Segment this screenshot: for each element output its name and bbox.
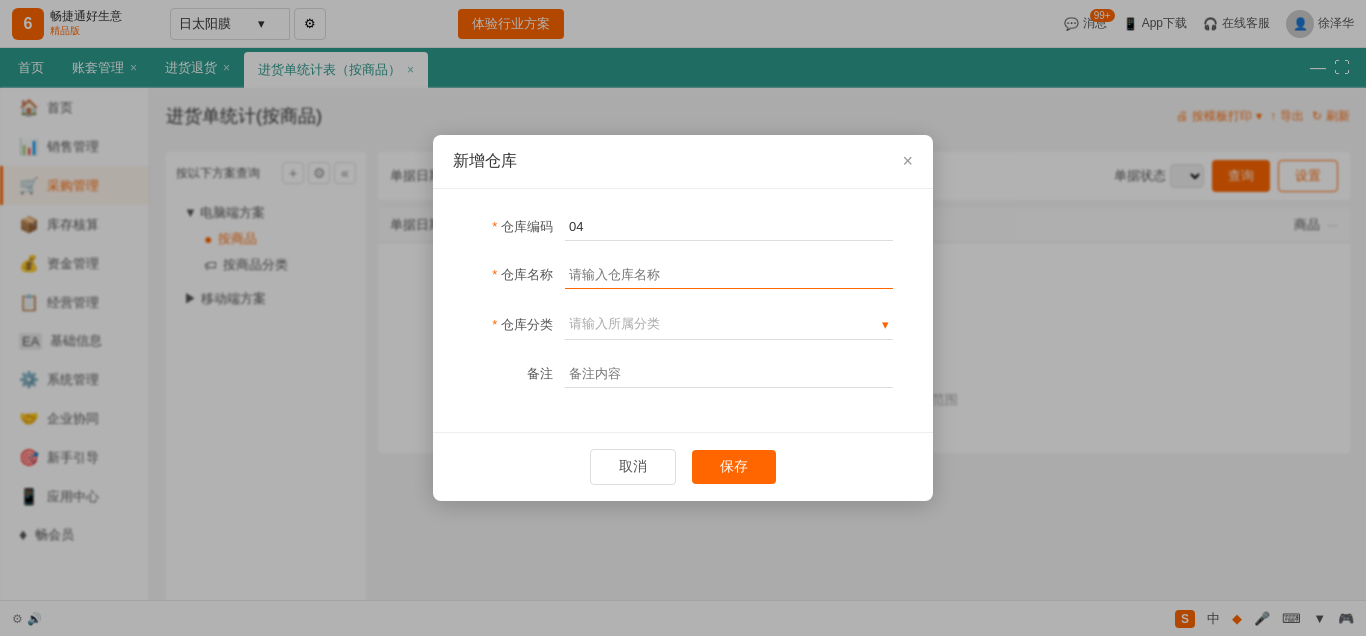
modal-dialog: 新增仓库 × 仓库编码 仓库名称 仓库分类 请输入所属分类 ▾ bbox=[433, 135, 933, 501]
modal-footer: 取消 保存 bbox=[433, 432, 933, 501]
warehouse-code-row: 仓库编码 bbox=[473, 213, 893, 241]
remark-row: 备注 bbox=[473, 360, 893, 388]
remark-label: 备注 bbox=[473, 365, 553, 383]
modal-overlay: 新增仓库 × 仓库编码 仓库名称 仓库分类 请输入所属分类 ▾ bbox=[0, 0, 1366, 636]
modal-body: 仓库编码 仓库名称 仓库分类 请输入所属分类 ▾ 备注 bbox=[433, 189, 933, 432]
warehouse-name-label: 仓库名称 bbox=[473, 266, 553, 284]
remark-input[interactable] bbox=[565, 360, 893, 388]
warehouse-name-row: 仓库名称 bbox=[473, 261, 893, 289]
warehouse-code-label: 仓库编码 bbox=[473, 218, 553, 236]
warehouse-code-input[interactable] bbox=[565, 213, 893, 241]
warehouse-type-label: 仓库分类 bbox=[473, 316, 553, 334]
save-button[interactable]: 保存 bbox=[692, 450, 776, 484]
modal-close-button[interactable]: × bbox=[902, 151, 913, 172]
dropdown-arrow-icon: ▾ bbox=[882, 317, 889, 332]
warehouse-type-row: 仓库分类 请输入所属分类 ▾ bbox=[473, 309, 893, 340]
modal-header: 新增仓库 × bbox=[433, 135, 933, 189]
cancel-button[interactable]: 取消 bbox=[590, 449, 676, 485]
warehouse-name-input[interactable] bbox=[565, 261, 893, 289]
warehouse-type-select[interactable]: 请输入所属分类 ▾ bbox=[565, 309, 893, 340]
warehouse-type-placeholder: 请输入所属分类 bbox=[569, 315, 660, 333]
modal-title: 新增仓库 bbox=[453, 151, 517, 172]
